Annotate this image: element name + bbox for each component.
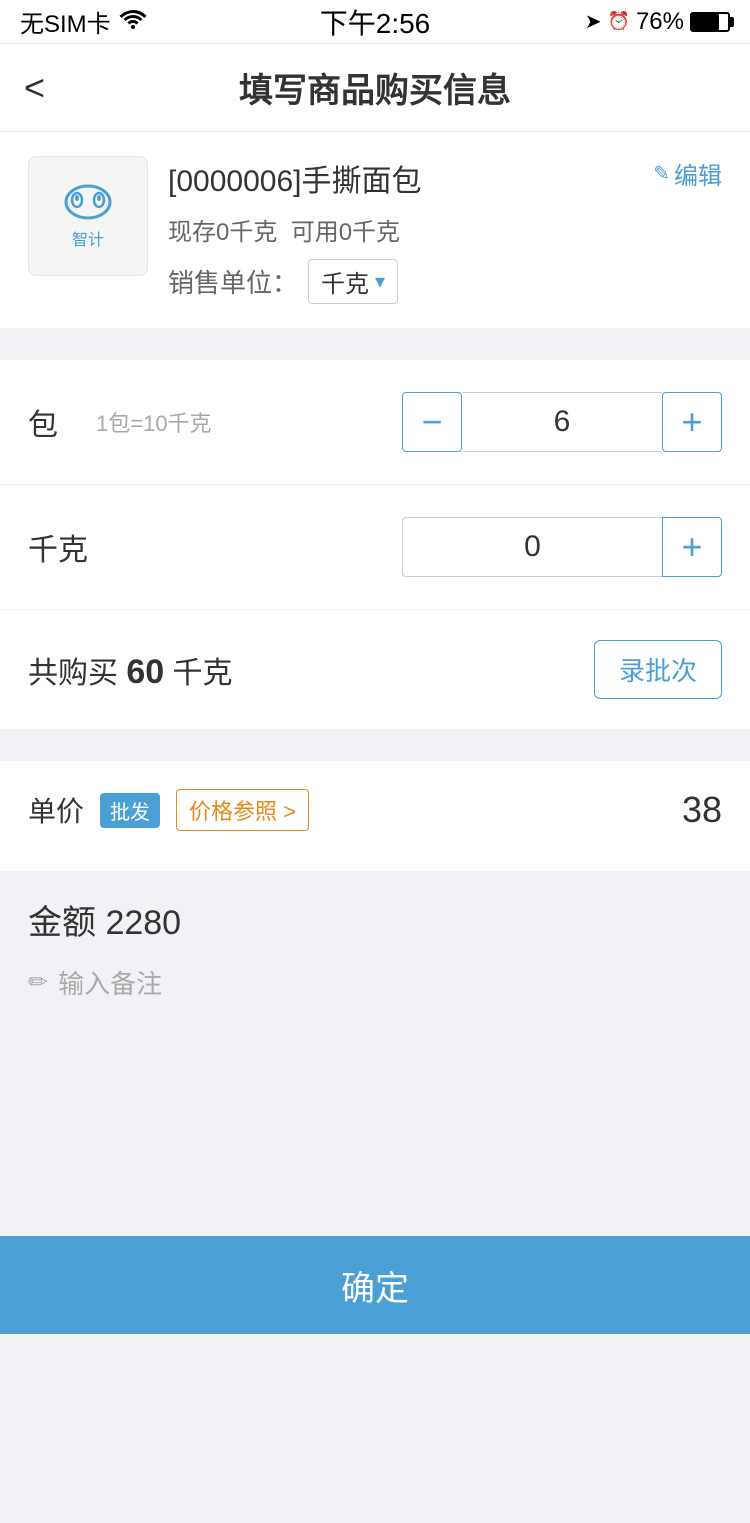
- battery-percent: 76%: [636, 8, 684, 36]
- quantity-input-kg[interactable]: [402, 517, 662, 577]
- nav-bar: < 填写商品购买信息: [0, 44, 750, 132]
- back-button[interactable]: <: [24, 67, 45, 109]
- product-thumbnail: 智计: [28, 156, 148, 276]
- product-unit-row: 销售单位： 千克 ▾: [168, 259, 722, 304]
- confirm-button-text: 确定: [341, 1261, 409, 1310]
- unit-selector[interactable]: 千克 ▾: [308, 259, 398, 304]
- status-time: 下午2:56: [320, 2, 431, 42]
- batch-button[interactable]: 录批次: [594, 640, 722, 699]
- price-label: 单价: [28, 790, 84, 830]
- location-icon: ➤: [585, 9, 602, 34]
- carrier-text: 无SIM卡: [20, 4, 111, 39]
- quantity-row-bao: 包 1包=10千克 − +: [0, 360, 750, 485]
- quantity-increase-bao[interactable]: +: [662, 392, 722, 452]
- status-bar-right: ➤ ⏰ 76%: [585, 8, 730, 36]
- price-section: 单价 批发 价格参照 > 38: [0, 761, 750, 871]
- product-name: [0000006]手撕面包: [168, 156, 421, 200]
- note-row[interactable]: ✏ 输入备注: [28, 964, 722, 1001]
- alarm-icon: ⏰: [608, 11, 630, 32]
- quantity-controls-bao: − +: [402, 392, 722, 452]
- quantity-row-kg: 千克 +: [0, 485, 750, 610]
- separator-1: [0, 344, 750, 360]
- price-row: 单价 批发 价格参照 > 38: [28, 789, 722, 831]
- amount-row: 金额 2280: [28, 895, 722, 944]
- bottom-spacer: [0, 1025, 750, 1425]
- product-thumb-label: 智计: [72, 226, 104, 250]
- wifi-icon: [119, 8, 147, 36]
- quantity-decrease-bao[interactable]: −: [402, 392, 462, 452]
- total-text: 共购买 60 千克: [28, 648, 233, 692]
- pencil-icon: ✏: [28, 968, 48, 997]
- quantity-label-kg: 千克: [28, 525, 88, 569]
- amount-section: 金额 2280 ✏ 输入备注: [0, 871, 750, 1025]
- status-bar: 无SIM卡 下午2:56 ➤ ⏰ 76%: [0, 0, 750, 44]
- product-stock: 现存0千克 可用0千克: [168, 212, 722, 247]
- separator-2: [0, 745, 750, 761]
- price-reference-button[interactable]: 价格参照 >: [176, 789, 309, 831]
- chevron-down-icon: ▾: [375, 269, 385, 294]
- battery-icon: [690, 12, 730, 32]
- product-card: 智计 [0000006]手撕面包 ✎ 编辑 现存0千克 可用0千克 销售单位： …: [0, 132, 750, 328]
- price-tag: 批发: [100, 793, 160, 828]
- quantity-section: 包 1包=10千克 − + 千克 +: [0, 360, 750, 610]
- page-title: 填写商品购买信息: [239, 63, 511, 112]
- note-placeholder: 输入备注: [58, 964, 162, 1001]
- quantity-label-bao: 包: [28, 400, 88, 444]
- quantity-hint-bao: 1包=10千克: [96, 406, 402, 438]
- price-value: 38: [682, 789, 722, 831]
- quantity-increase-kg[interactable]: +: [662, 517, 722, 577]
- quantity-input-bao[interactable]: [462, 392, 662, 452]
- status-bar-left: 无SIM卡: [20, 4, 147, 39]
- quantity-controls-kg: +: [402, 517, 722, 577]
- edit-button[interactable]: ✎ 编辑: [653, 156, 722, 191]
- product-info: [0000006]手撕面包 ✎ 编辑 现存0千克 可用0千克 销售单位： 千克 …: [168, 156, 722, 304]
- total-row: 共购买 60 千克 录批次: [0, 610, 750, 729]
- confirm-bar[interactable]: 确定: [0, 1236, 750, 1334]
